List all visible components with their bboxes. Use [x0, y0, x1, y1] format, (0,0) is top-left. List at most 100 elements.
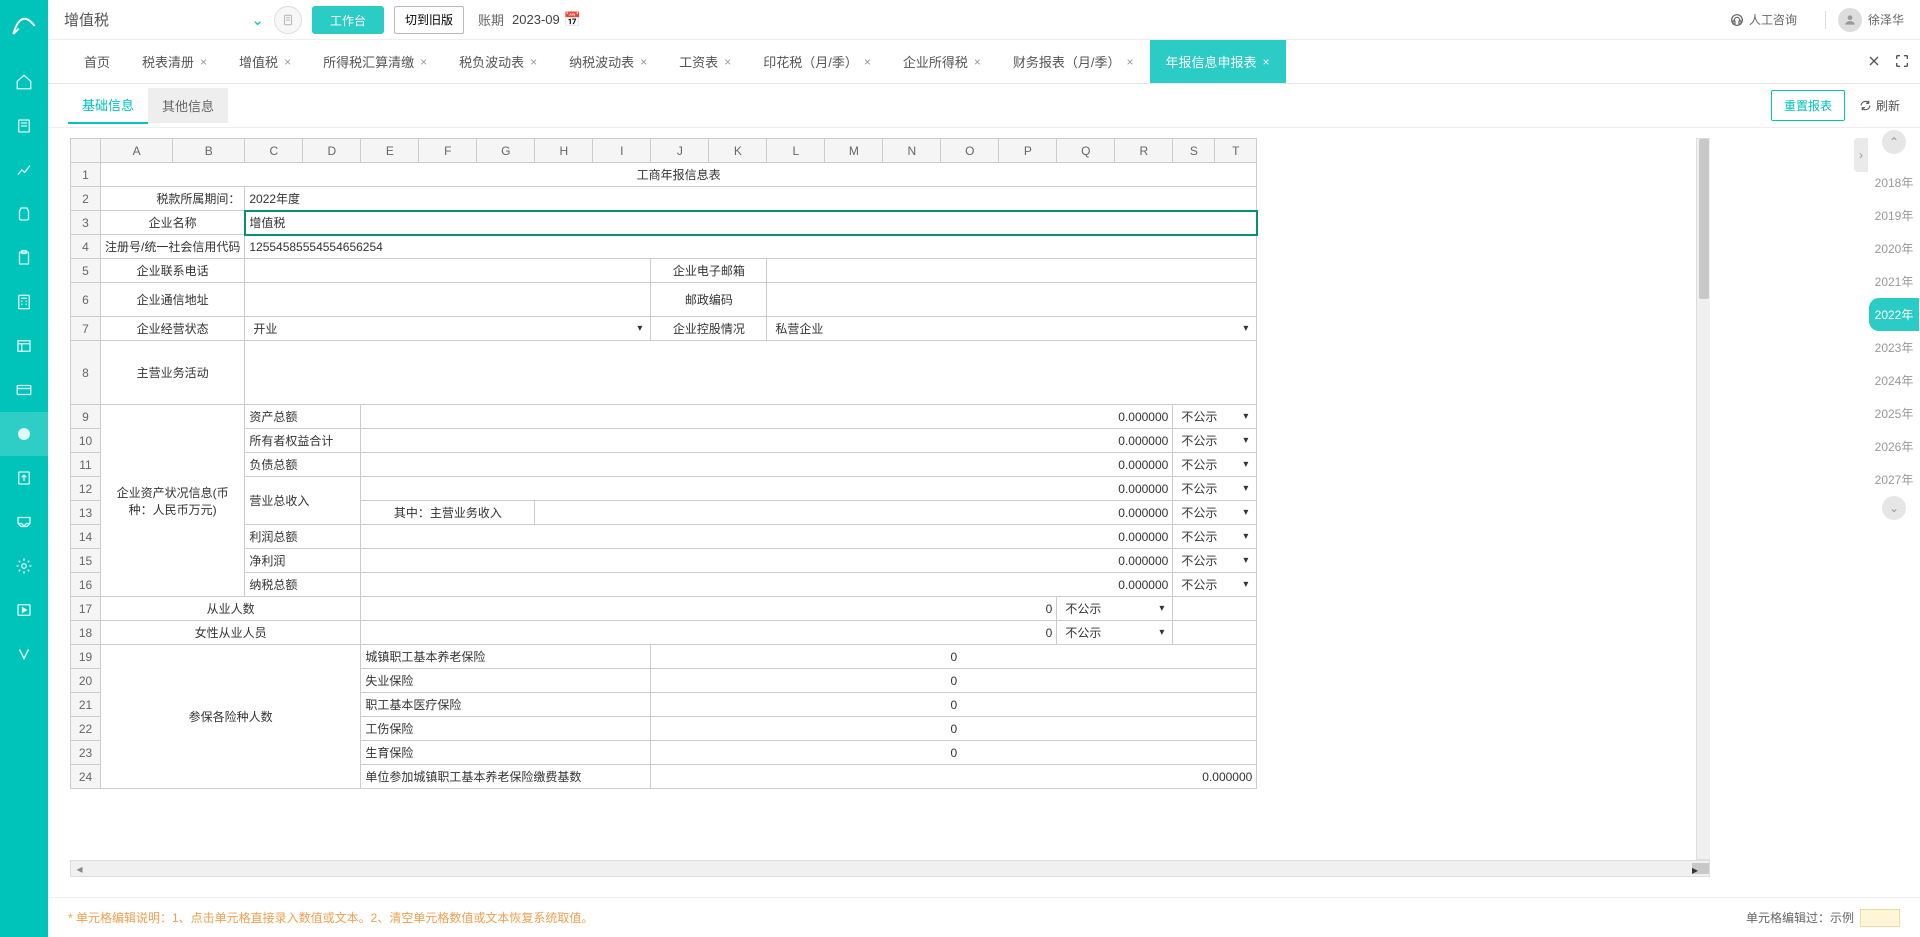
- subtab-other[interactable]: 其他信息: [148, 88, 228, 123]
- row-header[interactable]: 2: [71, 187, 101, 211]
- nav-settings-icon[interactable]: [0, 544, 48, 588]
- row-header[interactable]: 20: [71, 669, 101, 693]
- cell[interactable]: 0.000000: [361, 429, 1173, 453]
- cell[interactable]: 营业总收入: [245, 477, 361, 525]
- col-hdr[interactable]: D: [303, 139, 361, 163]
- cell[interactable]: 不公示▾: [1057, 597, 1173, 621]
- cell[interactable]: 工伤保险: [361, 717, 651, 741]
- tab-item[interactable]: 印花税（月/季）×: [747, 40, 887, 83]
- row-header[interactable]: 3: [71, 211, 101, 235]
- row-header[interactable]: 22: [71, 717, 101, 741]
- tab-item[interactable]: 纳税波动表×: [553, 40, 663, 83]
- close-icon[interactable]: ×: [530, 55, 537, 69]
- col-hdr[interactable]: G: [477, 139, 535, 163]
- year-item[interactable]: 2024年: [1869, 364, 1920, 397]
- tab-item[interactable]: 税负波动表×: [443, 40, 553, 83]
- cell[interactable]: 0.000000: [361, 453, 1173, 477]
- year-item[interactable]: 2019年: [1869, 199, 1920, 232]
- cell[interactable]: 0.000000: [651, 765, 1257, 789]
- nav-v-icon[interactable]: [0, 632, 48, 676]
- nav-wallet-icon[interactable]: [0, 368, 48, 412]
- year-item[interactable]: 2018年: [1869, 166, 1920, 199]
- cell[interactable]: 0.000000: [361, 477, 1173, 501]
- col-hdr[interactable]: Q: [1057, 139, 1115, 163]
- row-header[interactable]: 15: [71, 549, 101, 573]
- close-icon[interactable]: ×: [864, 55, 871, 69]
- cell[interactable]: 0.000000: [361, 549, 1173, 573]
- year-item[interactable]: 2026年: [1869, 430, 1920, 463]
- nav-tax-icon[interactable]: [0, 412, 48, 456]
- dropdown[interactable]: 不公示▾: [1177, 432, 1252, 449]
- vertical-scrollbar[interactable]: [1696, 138, 1710, 860]
- row-header[interactable]: 9: [71, 405, 101, 429]
- close-icon[interactable]: ×: [640, 55, 647, 69]
- cell[interactable]: 负债总额: [245, 453, 361, 477]
- close-icon[interactable]: ×: [284, 55, 291, 69]
- row-header[interactable]: 14: [71, 525, 101, 549]
- cell[interactable]: 工商年报信息表: [101, 163, 1257, 187]
- year-item[interactable]: 2022年: [1869, 298, 1920, 331]
- dropdown[interactable]: 开业▾: [249, 320, 646, 337]
- row-header[interactable]: 8: [71, 341, 101, 405]
- row-header[interactable]: 19: [71, 645, 101, 669]
- year-item[interactable]: 2027年: [1869, 463, 1920, 496]
- tab-item[interactable]: 财务报表（月/季）×: [997, 40, 1150, 83]
- tab-item[interactable]: 年报信息申报表×: [1150, 40, 1286, 83]
- cell[interactable]: 城镇职工基本养老保险: [361, 645, 651, 669]
- col-hdr[interactable]: M: [825, 139, 883, 163]
- cell[interactable]: 私营企业▾: [767, 317, 1257, 341]
- nav-clipboard-icon[interactable]: [0, 236, 48, 280]
- horizontal-scrollbar[interactable]: ◂ ▸: [70, 860, 1710, 877]
- cell[interactable]: 0: [651, 741, 1257, 765]
- col-hdr[interactable]: H: [535, 139, 593, 163]
- cell[interactable]: 0: [651, 645, 1257, 669]
- cell[interactable]: 0: [361, 597, 1057, 621]
- row-header[interactable]: 1: [71, 163, 101, 187]
- close-icon[interactable]: ×: [974, 55, 981, 69]
- account-selector[interactable]: 增值税 ⌄: [64, 9, 274, 30]
- cell[interactable]: [245, 259, 651, 283]
- cell[interactable]: 不公示▾: [1057, 621, 1173, 645]
- col-hdr[interactable]: L: [767, 139, 825, 163]
- fullscreen-icon[interactable]: [1894, 53, 1910, 72]
- cell[interactable]: 企业经营状态: [101, 317, 245, 341]
- col-hdr[interactable]: E: [361, 139, 419, 163]
- nav-video-icon[interactable]: [0, 588, 48, 632]
- cell[interactable]: 企业资产状况信息(币种：人民币万元): [101, 405, 245, 597]
- col-hdr[interactable]: P: [999, 139, 1057, 163]
- nav-transfer-icon[interactable]: [0, 456, 48, 500]
- col-hdr[interactable]: I: [593, 139, 651, 163]
- period-value[interactable]: 2023-09: [512, 12, 560, 27]
- nav-inbox-icon[interactable]: [0, 500, 48, 544]
- dropdown[interactable]: 不公示▾: [1177, 408, 1252, 425]
- year-rail-collapse-icon[interactable]: ›: [1854, 138, 1868, 172]
- refresh-button[interactable]: 刷新: [1859, 97, 1900, 114]
- cell[interactable]: 不公示▾: [1173, 429, 1257, 453]
- col-hdr[interactable]: F: [419, 139, 477, 163]
- corner-cell[interactable]: [71, 139, 101, 163]
- cell[interactable]: 不公示▾: [1173, 477, 1257, 501]
- cell[interactable]: 企业通信地址: [101, 283, 245, 317]
- cell[interactable]: 0.000000: [361, 405, 1173, 429]
- cell[interactable]: 其中：主营业务收入: [361, 501, 535, 525]
- cell[interactable]: 所有者权益合计: [245, 429, 361, 453]
- switch-old-button[interactable]: 切到旧版: [394, 6, 464, 34]
- nav-calc-icon[interactable]: [0, 280, 48, 324]
- scroll-thumb[interactable]: [1699, 139, 1709, 299]
- close-icon[interactable]: ×: [1127, 55, 1134, 69]
- cell[interactable]: 不公示▾: [1173, 549, 1257, 573]
- row-header[interactable]: 7: [71, 317, 101, 341]
- close-icon[interactable]: ×: [200, 55, 207, 69]
- doc-circle-button[interactable]: [274, 6, 302, 34]
- user-menu[interactable]: 徐泽华: [1838, 8, 1904, 32]
- row-header[interactable]: 23: [71, 741, 101, 765]
- cell[interactable]: 单位参加城镇职工基本养老保险缴费基数: [361, 765, 651, 789]
- year-item[interactable]: 2025年: [1869, 397, 1920, 430]
- cell[interactable]: [1173, 597, 1257, 621]
- row-header[interactable]: 21: [71, 693, 101, 717]
- cell[interactable]: [767, 259, 1257, 283]
- dropdown[interactable]: 不公示▾: [1177, 552, 1252, 569]
- row-header[interactable]: 10: [71, 429, 101, 453]
- col-hdr[interactable]: T: [1215, 139, 1257, 163]
- cell[interactable]: 0: [361, 621, 1057, 645]
